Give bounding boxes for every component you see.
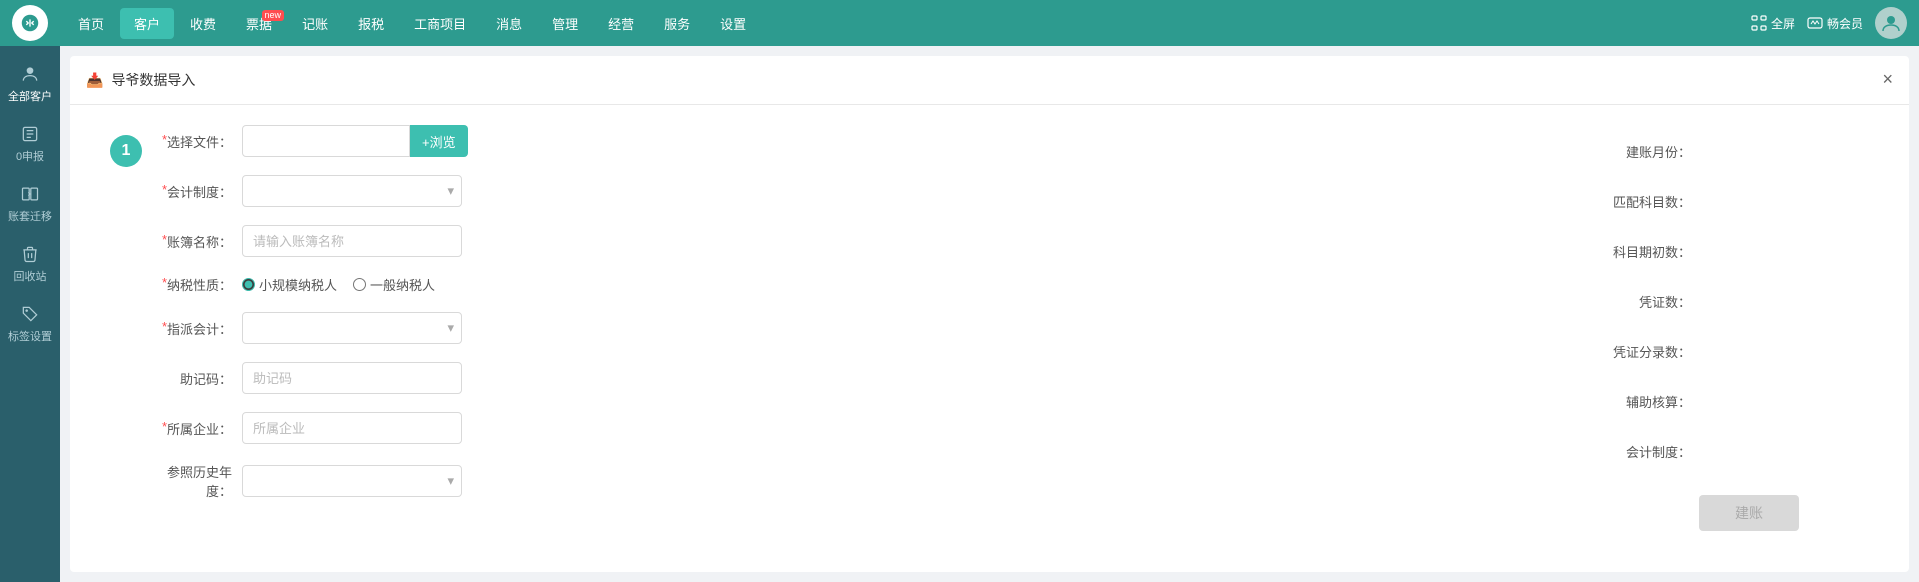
account-name-label: 账簿名称： <box>162 232 242 251</box>
file-input-row: 选择文件： +浏览 <box>162 125 1569 157</box>
main-panel: 📥 导爷数据导入 × 1 选择文件： <box>70 56 1909 572</box>
main-layout: 全部客户 0申报 账套迁移 回收站 <box>0 46 1919 582</box>
accounting-system-info-label: 会计制度： <box>1609 442 1699 461</box>
accounting-system-select[interactable] <box>242 175 462 207</box>
aux-accounting-value <box>1699 385 1869 417</box>
new-badge: new <box>262 10 285 21</box>
reference-year-row: 参照历史年度： <box>162 462 1569 500</box>
accounting-system-info-value <box>1699 435 1869 467</box>
nav-service[interactable]: 服务 <box>650 8 704 39</box>
voucher-count-value <box>1699 285 1869 317</box>
nav-customer[interactable]: 客户 <box>120 8 174 39</box>
vip-btn[interactable]: 畅会员 <box>1807 15 1863 32</box>
sidebar: 全部客户 0申报 账套迁移 回收站 <box>0 46 60 582</box>
nav-bookkeeping[interactable]: 记账 <box>288 8 342 39</box>
sidebar-item-zero-report[interactable]: 0申报 <box>0 116 60 172</box>
account-name-row: 账簿名称： <box>162 225 1569 257</box>
reference-year-label: 参照历史年度： <box>162 462 242 500</box>
browse-button[interactable]: +浏览 <box>410 125 468 157</box>
accounting-system-select-wrap <box>242 175 462 207</box>
build-month-row: 建账月份： <box>1609 135 1869 167</box>
form-fields: 选择文件： +浏览 会计制度： <box>162 125 1569 552</box>
tax-type-label: 纳税性质： <box>162 275 242 294</box>
file-input-group: +浏览 <box>242 125 468 157</box>
form-section: 1 选择文件： +浏览 会计制度： <box>110 125 1569 552</box>
radio-small-scale-input[interactable] <box>242 278 255 291</box>
tax-type-row: 纳税性质： 小规模纳税人 一般纳税人 <box>162 275 1569 294</box>
nav-message[interactable]: 消息 <box>482 8 536 39</box>
info-section: 建账月份： 匹配科目数： 科目期初数： 凭证数： <box>1609 125 1869 552</box>
build-month-value <box>1699 135 1869 167</box>
match-subject-label: 匹配科目数： <box>1609 192 1699 211</box>
nav-settings[interactable]: 设置 <box>706 8 760 39</box>
company-row: 所属企业： <box>162 412 1569 444</box>
initial-data-row: 科目期初数： <box>1609 235 1869 267</box>
company-label: 所属企业： <box>162 419 242 438</box>
tax-type-group: 小规模纳税人 一般纳税人 <box>242 275 435 294</box>
fullscreen-btn[interactable]: 全屏 <box>1751 15 1795 32</box>
mnemonic-row: 助记码： <box>162 362 1569 394</box>
accounting-system-row: 会计制度： <box>162 175 1569 207</box>
aux-accounting-label: 辅助核算： <box>1609 392 1699 411</box>
panel-title: 导爷数据导入 <box>111 70 195 90</box>
step-indicator: 1 <box>110 125 142 552</box>
nav-manage[interactable]: 管理 <box>538 8 592 39</box>
sidebar-item-all-customers[interactable]: 全部客户 <box>0 56 60 112</box>
voucher-count-row: 凭证数： <box>1609 285 1869 317</box>
nav-tax[interactable]: 报税 <box>344 8 398 39</box>
nav-invoice[interactable]: 票据 new <box>232 8 286 39</box>
accounting-system-info-row: 会计制度： <box>1609 435 1869 467</box>
panel-body: 1 选择文件： +浏览 会计制度： <box>70 105 1909 572</box>
top-nav: 首页 客户 收费 票据 new 记账 报税 工商项目 消息 管理 经营 服务 设… <box>0 0 1919 46</box>
aux-accounting-row: 辅助核算： <box>1609 385 1869 417</box>
panel-header: 📥 导爷数据导入 × <box>70 56 1909 105</box>
sidebar-item-transfer[interactable]: 账套迁移 <box>0 176 60 232</box>
initial-data-label: 科目期初数： <box>1609 242 1699 261</box>
sidebar-item-trash[interactable]: 回收站 <box>0 236 60 292</box>
nav-billing[interactable]: 收费 <box>176 8 230 39</box>
build-account-button[interactable]: 建账 <box>1699 495 1799 531</box>
mnemonic-input[interactable] <box>242 362 462 394</box>
nav-business[interactable]: 工商项目 <box>400 8 480 39</box>
assign-accountant-select-wrap <box>242 312 462 344</box>
initial-data-value <box>1699 235 1869 267</box>
assign-accountant-select[interactable] <box>242 312 462 344</box>
nav-home[interactable]: 首页 <box>64 8 118 39</box>
reference-year-select-wrap <box>242 465 462 497</box>
account-name-input[interactable] <box>242 225 462 257</box>
radio-general[interactable]: 一般纳税人 <box>353 275 435 294</box>
sidebar-item-tags[interactable]: 标签设置 <box>0 296 60 352</box>
panel-header-icon: 📥 <box>86 72 103 89</box>
nav-operation[interactable]: 经营 <box>594 8 648 39</box>
user-avatar[interactable] <box>1875 7 1907 39</box>
radio-general-input[interactable] <box>353 278 366 291</box>
nav-right: 全屏 畅会员 <box>1751 7 1907 39</box>
voucher-entries-value <box>1699 335 1869 367</box>
assign-accountant-row: 指派会计： <box>162 312 1569 344</box>
assign-accountant-label: 指派会计： <box>162 319 242 338</box>
file-input[interactable] <box>242 125 410 157</box>
match-subject-value <box>1699 185 1869 217</box>
voucher-entries-label: 凭证分录数： <box>1609 342 1699 361</box>
file-label: 选择文件： <box>162 132 242 151</box>
content-area: 📥 导爷数据导入 × 1 选择文件： <box>60 46 1919 582</box>
step-circle: 1 <box>110 135 142 167</box>
voucher-count-label: 凭证数： <box>1609 292 1699 311</box>
company-input[interactable] <box>242 412 462 444</box>
match-subject-row: 匹配科目数： <box>1609 185 1869 217</box>
mnemonic-label: 助记码： <box>162 369 242 388</box>
radio-small-scale[interactable]: 小规模纳税人 <box>242 275 337 294</box>
voucher-entries-row: 凭证分录数： <box>1609 335 1869 367</box>
panel-close-button[interactable]: × <box>1882 70 1893 88</box>
accounting-system-label: 会计制度： <box>162 182 242 201</box>
nav-items: 首页 客户 收费 票据 new 记账 报税 工商项目 消息 管理 经营 服务 设… <box>64 8 1751 39</box>
reference-year-select[interactable] <box>242 465 462 497</box>
app-logo <box>12 5 48 41</box>
build-month-label: 建账月份： <box>1609 142 1699 161</box>
